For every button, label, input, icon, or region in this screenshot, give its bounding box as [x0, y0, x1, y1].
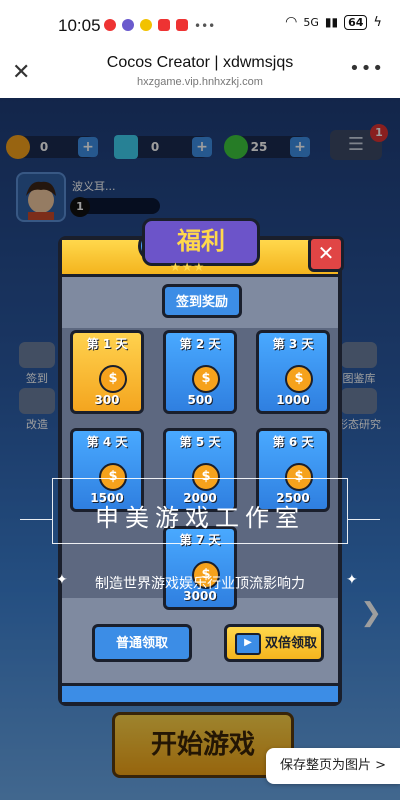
watermark-subtitle: 制造世界游戏娱乐行业顶流影响力 [95, 576, 305, 592]
watermark-line [348, 519, 380, 520]
more-notifications-icon: ••• [194, 19, 216, 33]
more-options-icon[interactable]: ••• [349, 58, 384, 79]
network-type: 5G [303, 15, 319, 29]
page-title: Cocos Creator | xdwmsjqs [106, 54, 294, 71]
watermark-line [20, 519, 52, 520]
normal-claim-button[interactable]: 普通领取 [92, 624, 192, 662]
app-notification-icon [158, 19, 170, 31]
dialog-footer [62, 683, 338, 702]
app-notification-icon [104, 19, 116, 31]
day-label: 第 5 天 [179, 435, 221, 449]
wifi-icon: ◠ [285, 14, 298, 30]
day-amount: 300 [94, 393, 120, 407]
app-notification-icon [122, 19, 134, 31]
notification-icons: ••• [104, 19, 215, 33]
welfare-dialog: 福利 ★★★ ✕ 签到奖励 第 1 天 $ 300 第 2 天 $ 500 第 … [58, 218, 344, 706]
day-amount: 1000 [276, 393, 310, 407]
day-label: 第 6 天 [272, 435, 314, 449]
sparkle-icon: ✦ [346, 572, 358, 588]
double-claim-button[interactable]: ▶ 双倍领取 [224, 624, 324, 662]
signal-icon: ▮▮ [324, 15, 339, 29]
day-label: 第 3 天 [272, 337, 314, 351]
dialog-title: 福利 [142, 218, 260, 266]
day-label: 第 2 天 [179, 337, 221, 351]
coin-icon: $ [285, 365, 313, 393]
watermark-title: 申美游戏工作室 [95, 504, 305, 532]
coin-icon: $ [192, 365, 220, 393]
day-card[interactable]: 第 1 天 $ 300 [70, 330, 144, 414]
day-label: 第 4 天 [86, 435, 128, 449]
close-dialog-button[interactable]: ✕ [308, 236, 344, 272]
status-bar: 10:05 ••• ◠ 5G ▮▮ 64 ϟ [0, 0, 400, 48]
app-notification-icon [140, 19, 152, 31]
browser-header: ✕ Cocos Creator | xdwmsjqs hxzgame.vip.h… [0, 48, 400, 98]
day-card[interactable]: 第 2 天 $ 500 [163, 330, 237, 414]
charging-icon: ϟ [373, 14, 382, 30]
day-card[interactable]: 第 3 天 $ 1000 [256, 330, 330, 414]
day-amount: 500 [187, 393, 213, 407]
page-url: hxzgame.vip.hnhxzkj.com [137, 76, 263, 88]
coin-icon: $ [99, 365, 127, 393]
app-notification-icon [176, 19, 188, 31]
tab-checkin-reward[interactable]: 签到奖励 [162, 284, 242, 318]
status-time: 10:05 [58, 16, 101, 35]
video-play-icon: ▶ [235, 633, 261, 655]
save-page-as-image-button[interactable]: 保存整页为图片 > [266, 748, 400, 784]
stars-icon: ★★★ [170, 260, 206, 274]
double-claim-label: 双倍领取 [265, 636, 318, 651]
game-canvas[interactable]: 0 + 0 + 25 + ☰ 1 波义耳... 1 签到 改造 图鉴库 形态研究 [0, 98, 400, 800]
battery-level: 64 [344, 14, 368, 30]
day-label: 第 1 天 [86, 337, 128, 351]
